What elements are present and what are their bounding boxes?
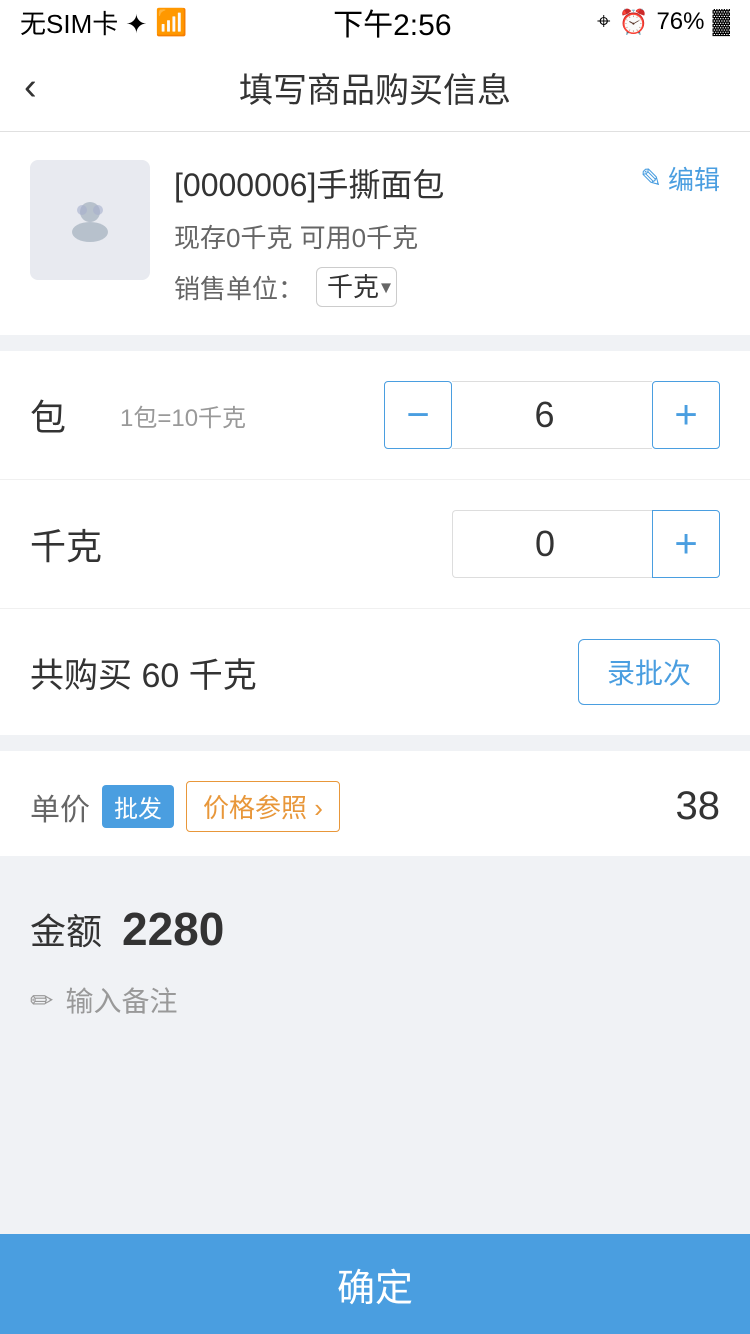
kilogram-label: 千克 <box>30 518 110 570</box>
product-image-icon <box>60 190 120 250</box>
kilogram-increment-button[interactable]: + <box>652 510 720 578</box>
alarm-icon: ⏰ <box>619 8 649 37</box>
package-section: 包 1包=10千克 − + 千克 + 共购买 60 千克 录批次 <box>0 351 750 735</box>
amount-section: 金额 2280 ✏ 输入备注 <box>0 872 750 1137</box>
edit-button[interactable]: ✎ 编辑 <box>640 160 720 197</box>
battery-icon: ▓ <box>712 8 730 36</box>
package-sublabel: 1包=10千克 <box>120 398 384 433</box>
wifi-icon: 📶 <box>155 7 187 38</box>
note-icon: ✏ <box>30 984 53 1017</box>
status-right: ⌖ ⏰ 76% ▓ <box>597 8 730 37</box>
status-bar: 无SIM卡 ✦ 📶 下午2:56 ⌖ ⏰ 76% ▓ <box>0 0 750 44</box>
edit-label: 编辑 <box>668 160 720 197</box>
battery-text: 76% <box>656 8 704 36</box>
price-section: 单价 批发 价格参照 › 38 <box>0 751 750 856</box>
price-row: 单价 批发 价格参照 › 38 <box>30 781 720 832</box>
product-info: [0000006]手撕面包 现存0千克 可用0千克 销售单位： 千克 <box>174 160 720 307</box>
price-value: 38 <box>676 784 721 829</box>
status-left: 无SIM卡 ✦ 📶 <box>20 4 188 41</box>
edit-icon: ✎ <box>640 163 662 194</box>
price-label-group: 单价 批发 价格参照 › <box>30 781 340 832</box>
back-button[interactable]: ‹ <box>24 66 37 109</box>
unit-select-wrap[interactable]: 千克 <box>316 267 397 307</box>
kilogram-qty-row: 千克 + <box>0 480 750 609</box>
package-increment-button[interactable]: + <box>652 381 720 449</box>
product-image <box>30 160 150 280</box>
kilogram-qty-input[interactable] <box>452 510 652 578</box>
amount-label: 金额 <box>30 903 102 955</box>
amount-row: 金额 2280 <box>30 902 720 956</box>
package-label: 包 <box>30 389 110 441</box>
total-label: 共购买 60 千克 <box>30 648 257 697</box>
batch-button[interactable]: 录批次 <box>578 639 720 705</box>
package-controls: − + <box>384 381 720 449</box>
product-unit-row: 销售单位： 千克 <box>174 267 720 307</box>
confirm-button[interactable]: 确定 <box>0 1234 750 1334</box>
product-stock: 现存0千克 可用0千克 <box>174 218 720 255</box>
package-qty-row: 包 1包=10千克 − + <box>0 351 750 480</box>
amount-value: 2280 <box>122 902 224 956</box>
product-name: [0000006]手撕面包 <box>174 160 720 206</box>
location-icon: ⌖ <box>597 8 611 36</box>
price-label: 单价 <box>30 785 90 829</box>
price-tag: 批发 <box>102 785 174 828</box>
sim-status: 无SIM卡 ✦ <box>20 4 147 41</box>
page-title: 填写商品购买信息 <box>239 63 511 112</box>
spacer <box>0 1137 750 1234</box>
note-row[interactable]: ✏ 输入备注 <box>30 980 720 1020</box>
nav-bar: ‹ 填写商品购买信息 <box>0 44 750 132</box>
unit-select[interactable]: 千克 <box>316 267 397 307</box>
unit-label: 销售单位： <box>174 269 304 306</box>
total-row: 共购买 60 千克 录批次 <box>0 609 750 735</box>
product-card: [0000006]手撕面包 现存0千克 可用0千克 销售单位： 千克 ✎ 编辑 <box>0 132 750 335</box>
package-qty-input[interactable] <box>452 381 652 449</box>
price-ref-button[interactable]: 价格参照 › <box>186 781 340 832</box>
package-decrement-button[interactable]: − <box>384 381 452 449</box>
note-label: 输入备注 <box>65 980 177 1020</box>
status-time: 下午2:56 <box>333 0 451 44</box>
kilogram-controls: + <box>452 510 720 578</box>
